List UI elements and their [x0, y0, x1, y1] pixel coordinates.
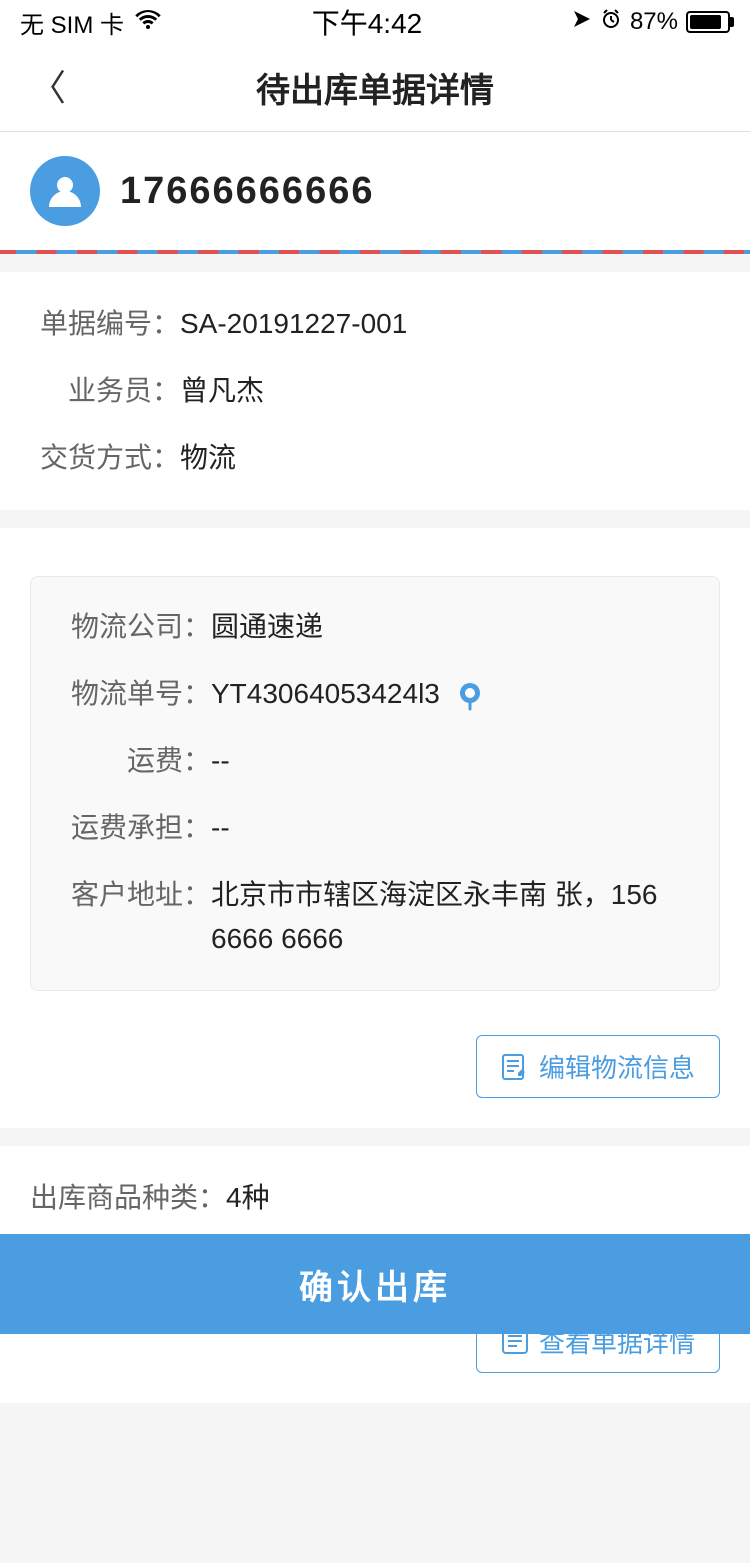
doc-number-value: SA-20191227-001 [180, 302, 720, 347]
address-row: 客户地址： 北京市市辖区海淀区永丰南 张，156 6666 6666 [61, 873, 689, 963]
edit-logistics-button[interactable]: 编辑物流信息 [476, 1035, 720, 1098]
doc-number-row: 单据编号： SA-20191227-001 [30, 302, 720, 347]
logistics-company-label: 物流公司： [61, 605, 211, 650]
time-text: 下午4:42 [312, 2, 423, 42]
logistics-card: 物流公司： 圆通速递 物流单号： YT43064053424l3 运费： -- [30, 576, 720, 991]
tracking-number-text: YT43064053424l3 [211, 672, 440, 717]
track-location-button[interactable] [452, 677, 488, 713]
salesperson-value: 曾凡杰 [180, 369, 720, 414]
address-value: 北京市市辖区海淀区永丰南 张，156 6666 6666 [211, 873, 689, 963]
freight-bearer-row: 运费承担： -- [61, 806, 689, 851]
battery-text: 87% [630, 8, 678, 36]
edit-icon [501, 1053, 529, 1081]
freight-row: 运费： -- [61, 739, 689, 784]
delivery-method-value: 物流 [180, 436, 720, 481]
delivery-method-row: 交货方式： 物流 [30, 436, 720, 481]
alarm-icon [600, 8, 622, 37]
product-types-value: 4种 [226, 1176, 720, 1221]
nav-bar: 〈 待出库单据详情 [0, 44, 750, 132]
customer-header: 17666666666 [0, 132, 750, 254]
customer-phone: 17666666666 [120, 170, 374, 213]
logistics-company-value: 圆通速递 [211, 605, 689, 650]
confirm-outbound-button[interactable]: 确认出库 [0, 1234, 750, 1334]
address-label: 客户地址： [61, 873, 211, 918]
salesperson-label: 业务员： [30, 369, 180, 414]
battery-icon [686, 11, 730, 33]
doc-number-label: 单据编号： [30, 302, 180, 347]
location-icon [572, 8, 592, 36]
delivery-method-label: 交货方式： [30, 436, 180, 481]
freight-label: 运费： [61, 739, 211, 784]
logistics-company-row: 物流公司： 圆通速递 [61, 605, 689, 650]
wifi-icon [134, 9, 162, 35]
logistics-section: 物流公司： 圆通速递 物流单号： YT43064053424l3 运费： -- [0, 528, 750, 1128]
confirm-btn-label: 确认出库 [299, 1260, 451, 1309]
avatar [30, 156, 100, 226]
page-title: 待出库单据详情 [256, 63, 494, 112]
carrier-text: 无 SIM 卡 [20, 5, 124, 40]
freight-value: -- [211, 739, 689, 784]
edit-logistics-btn-row: 编辑物流信息 [30, 1011, 720, 1098]
bottom-spacer [0, 1403, 750, 1563]
tracking-number-label: 物流单号： [61, 672, 211, 717]
basic-info-section: 单据编号： SA-20191227-001 业务员： 曾凡杰 交货方式： 物流 [0, 272, 750, 510]
edit-logistics-label: 编辑物流信息 [539, 1048, 695, 1085]
status-left: 无 SIM 卡 [20, 5, 162, 40]
tracking-number-row: 物流单号： YT43064053424l3 [61, 672, 689, 717]
product-types-label: 出库商品种类： [30, 1176, 226, 1221]
status-bar: 无 SIM 卡 下午4:42 87% [0, 0, 750, 44]
freight-bearer-value: -- [211, 806, 689, 851]
salesperson-row: 业务员： 曾凡杰 [30, 369, 720, 414]
back-button[interactable]: 〈 [30, 70, 66, 106]
product-types-row: 出库商品种类： 4种 [30, 1176, 720, 1221]
status-right: 87% [572, 8, 730, 37]
tracking-number-value: YT43064053424l3 [211, 672, 689, 717]
freight-bearer-label: 运费承担： [61, 806, 211, 851]
